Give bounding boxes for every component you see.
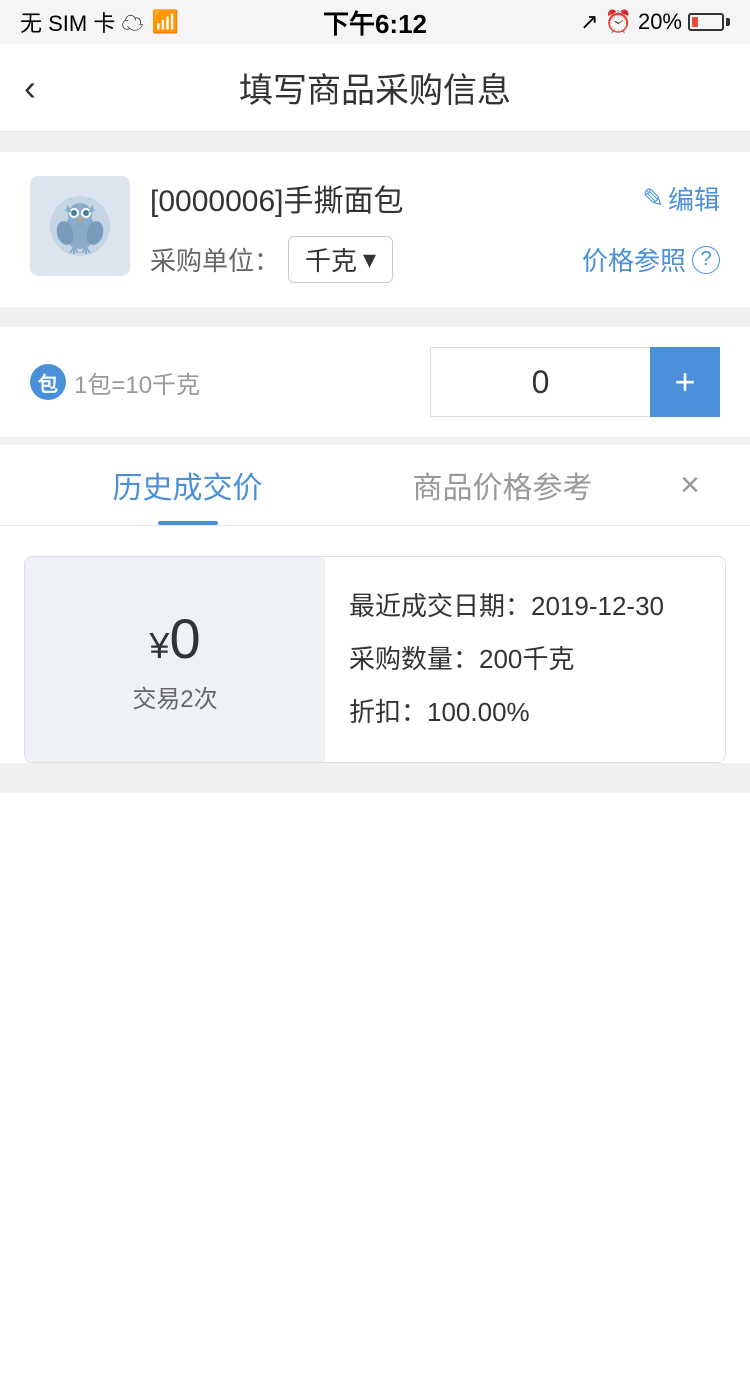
trade-count: 交易2次 bbox=[132, 679, 217, 714]
section-divider bbox=[0, 307, 750, 327]
page-title: 填写商品采购信息 bbox=[239, 63, 511, 112]
dropdown-arrow-icon: ▾ bbox=[363, 244, 376, 275]
quantity-row: 包 1包=10千克 + bbox=[0, 327, 750, 437]
status-right: ↗ ⏰ 20% bbox=[580, 9, 730, 35]
alarm-icon: ⏰ bbox=[605, 9, 632, 35]
product-name: [0000006]手撕面包 bbox=[150, 176, 403, 220]
tab-close-button[interactable]: × bbox=[660, 455, 720, 515]
tab-history-price[interactable]: 历史成交价 bbox=[30, 445, 345, 525]
edit-button[interactable]: ✎ 编辑 bbox=[642, 180, 720, 217]
product-logo bbox=[45, 191, 115, 261]
edit-label: 编辑 bbox=[668, 180, 720, 217]
price-right-panel: 最近成交日期：2019-12-30 采购数量：200千克 折扣：100.00% bbox=[325, 557, 725, 762]
back-button[interactable]: ‹ bbox=[24, 67, 36, 109]
qty-label: 采购数量： bbox=[349, 644, 479, 674]
quantity-input-group: + bbox=[430, 347, 720, 417]
product-info: [0000006]手撕面包 ✎ 编辑 采购单位： 千克 ▾ 价格参照 ? bbox=[150, 176, 720, 283]
status-time: 下午6:12 bbox=[323, 4, 427, 41]
product-image bbox=[30, 176, 130, 276]
qty-value: 200千克 bbox=[479, 644, 574, 674]
status-left: 无 SIM 卡 ☁ 📶 bbox=[20, 6, 179, 38]
tab-product-price-ref[interactable]: 商品价格参考 bbox=[345, 445, 660, 525]
quantity-plus-button[interactable]: + bbox=[650, 347, 720, 417]
sim-label: 无 SIM 卡 ☁ bbox=[20, 6, 143, 38]
content-area bbox=[0, 793, 750, 1393]
date-value: 2019-12-30 bbox=[531, 591, 664, 621]
unit-info: 包 1包=10千克 bbox=[30, 364, 200, 400]
unit-label: 采购单位： 千克 ▾ bbox=[150, 236, 393, 283]
unit-select[interactable]: 千克 ▾ bbox=[288, 236, 393, 283]
discount-label: 折扣： bbox=[349, 697, 427, 727]
discount-value: 100.00% bbox=[427, 697, 530, 727]
price-left-panel: ¥0 交易2次 bbox=[25, 557, 325, 762]
price-detail-qty: 采购数量：200千克 bbox=[349, 640, 701, 679]
edit-icon: ✎ bbox=[642, 183, 664, 214]
price-detail-discount: 折扣：100.00% bbox=[349, 693, 701, 732]
battery-percent: 20% bbox=[638, 9, 682, 35]
unit-desc: 1包=10千克 bbox=[74, 365, 200, 400]
wifi-icon: 📶 bbox=[151, 9, 178, 35]
price-detail-date: 最近成交日期：2019-12-30 bbox=[349, 587, 701, 626]
currency-symbol: ¥ bbox=[149, 625, 169, 666]
tab-section: 历史成交价 商品价格参考 × ¥0 交易2次 最近成交日期：2019-12-30… bbox=[0, 445, 750, 763]
product-card: [0000006]手撕面包 ✎ 编辑 采购单位： 千克 ▾ 价格参照 ? bbox=[0, 152, 750, 307]
status-bar: 无 SIM 卡 ☁ 📶 下午6:12 ↗ ⏰ 20% bbox=[0, 0, 750, 44]
price-card: ¥0 交易2次 最近成交日期：2019-12-30 采购数量：200千克 折扣：… bbox=[24, 556, 726, 763]
unit-tag: 包 bbox=[30, 364, 66, 400]
location-icon: ↗ bbox=[580, 9, 598, 35]
quantity-input[interactable] bbox=[430, 347, 650, 417]
price-amount: ¥0 bbox=[149, 606, 200, 671]
nav-bar: ‹ 填写商品采购信息 bbox=[0, 44, 750, 132]
price-ref-help-icon: ? bbox=[692, 246, 720, 274]
date-label: 最近成交日期： bbox=[349, 591, 531, 621]
tab-bar: 历史成交价 商品价格参考 × bbox=[0, 445, 750, 526]
battery-icon bbox=[688, 13, 730, 31]
price-reference-button[interactable]: 价格参照 ? bbox=[582, 241, 720, 278]
